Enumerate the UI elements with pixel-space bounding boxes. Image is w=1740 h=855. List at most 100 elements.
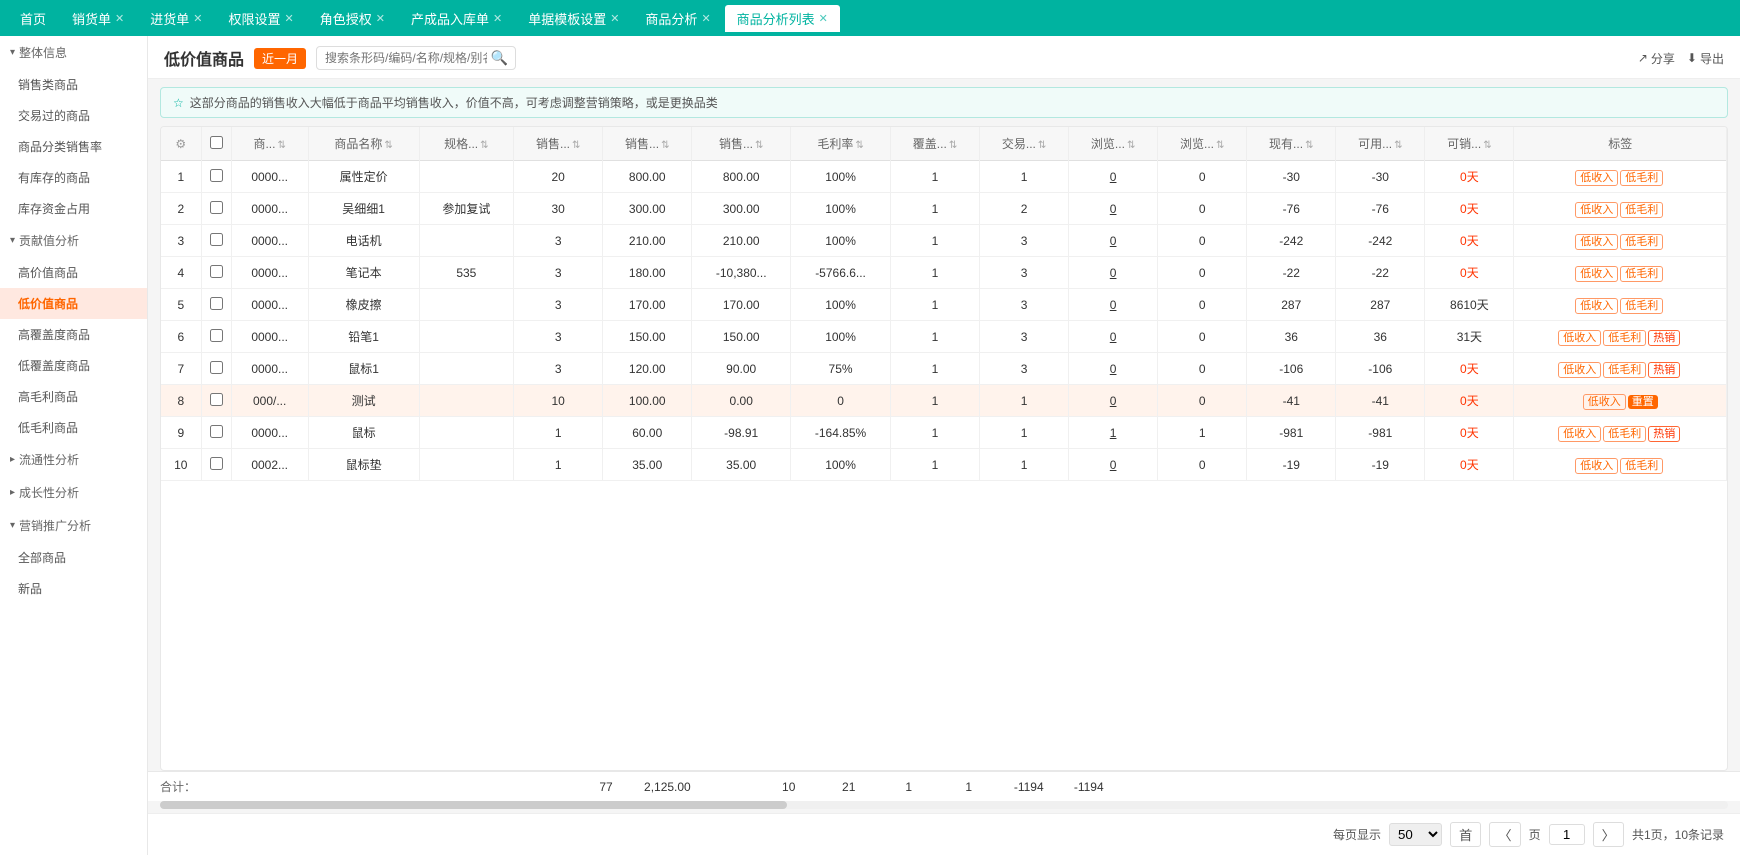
- row-checkbox[interactable]: [210, 233, 223, 246]
- row-spec: 535: [419, 257, 514, 289]
- browse1-link[interactable]: 0: [1110, 458, 1117, 472]
- sidebar-item-traded-goods[interactable]: 交易过的商品: [0, 100, 147, 131]
- browse1-link[interactable]: 1: [1110, 426, 1117, 440]
- top-navigation: 首页 销货单 ✕ 进货单 ✕ 权限设置 ✕ 角色授权 ✕ 产成品入库单 ✕ 单据…: [0, 0, 1740, 36]
- nav-goods-analysis[interactable]: 商品分析 ✕: [633, 5, 722, 32]
- th-browse1[interactable]: 浏览...⇅: [1069, 127, 1158, 161]
- row-stock2: -22: [1336, 257, 1425, 289]
- sidebar-item-stock-capital[interactable]: 库存资金占用: [0, 193, 147, 224]
- th-settings[interactable]: ⚙: [161, 127, 201, 161]
- next-page-button[interactable]: 〉: [1593, 822, 1624, 847]
- sidebar-item-high-coverage[interactable]: 高覆盖度商品: [0, 319, 147, 350]
- row-checkbox[interactable]: [210, 297, 223, 310]
- page-input[interactable]: [1549, 824, 1585, 845]
- th-sellable[interactable]: 可销...⇅: [1425, 127, 1514, 161]
- nav-home[interactable]: 首页: [8, 5, 58, 32]
- browse1-link[interactable]: 0: [1110, 170, 1117, 184]
- row-checkbox[interactable]: [210, 393, 223, 406]
- nav-template-settings-close[interactable]: ✕: [610, 12, 619, 25]
- per-page-select[interactable]: 50 100 200: [1389, 823, 1442, 846]
- sidebar-group-contribution[interactable]: ▾ 贡献值分析: [0, 224, 147, 257]
- nav-sales-order-close[interactable]: ✕: [115, 12, 124, 25]
- row-sales1: 3: [514, 257, 603, 289]
- sidebar-group-circulation[interactable]: ▸ 流通性分析: [0, 443, 147, 476]
- th-spec[interactable]: 规格...⇅: [419, 127, 514, 161]
- period-button[interactable]: 近一月: [254, 48, 306, 69]
- th-code[interactable]: 商...⇅: [231, 127, 308, 161]
- browse1-link[interactable]: 0: [1110, 202, 1117, 216]
- nav-role-auth-close[interactable]: ✕: [376, 12, 385, 25]
- totals-bar: 合计： 77 2,125.00 10 21 1 1 -1194 -1194: [148, 771, 1740, 801]
- browse1-link[interactable]: 0: [1110, 234, 1117, 248]
- nav-permissions-close[interactable]: ✕: [285, 12, 294, 25]
- scrollbar-thumb[interactable]: [160, 801, 787, 809]
- th-sales1[interactable]: 销售...⇅: [514, 127, 603, 161]
- nav-purchase-order-close[interactable]: ✕: [193, 12, 202, 25]
- row-checkbox[interactable]: [210, 329, 223, 342]
- nav-goods-analysis-list-close[interactable]: ✕: [819, 12, 828, 25]
- row-checkbox[interactable]: [210, 425, 223, 438]
- th-profit-rate[interactable]: 毛利率⇅: [791, 127, 891, 161]
- sidebar-item-low-value[interactable]: 低价值商品: [0, 288, 147, 319]
- sidebar-item-new-goods[interactable]: 新品: [0, 573, 147, 604]
- nav-goods-analysis-close[interactable]: ✕: [701, 12, 710, 25]
- sidebar-group-overall[interactable]: ▾ 整体信息: [0, 36, 147, 69]
- search-icon[interactable]: 🔍: [491, 50, 508, 67]
- row-profit-rate: -164.85%: [791, 417, 891, 449]
- th-browse2[interactable]: 浏览...⇅: [1158, 127, 1247, 161]
- sidebar-group-marketing[interactable]: ▾ 营销推广分析: [0, 509, 147, 542]
- th-coverage[interactable]: 覆盖...⇅: [890, 127, 979, 161]
- browse1-link[interactable]: 0: [1110, 330, 1117, 344]
- browse1-link[interactable]: 0: [1110, 266, 1117, 280]
- search-input[interactable]: [316, 46, 516, 70]
- row-checkbox[interactable]: [210, 169, 223, 182]
- row-checkbox[interactable]: [210, 361, 223, 374]
- row-code: 0000...: [231, 321, 308, 353]
- row-name: 鼠标垫: [308, 449, 419, 481]
- export-button[interactable]: ⬇ 导出: [1687, 50, 1724, 67]
- nav-product-inbound-close[interactable]: ✕: [493, 12, 502, 25]
- select-all-checkbox[interactable]: [210, 136, 223, 149]
- nav-purchase-order[interactable]: 进货单 ✕: [138, 5, 214, 32]
- row-stock1: -30: [1247, 161, 1336, 193]
- th-sales2[interactable]: 销售...⇅: [603, 127, 692, 161]
- nav-template-settings[interactable]: 单据模板设置 ✕: [516, 5, 631, 32]
- sidebar-item-high-profit[interactable]: 高毛利商品: [0, 381, 147, 412]
- th-tags[interactable]: 标签: [1514, 127, 1727, 161]
- sidebar-item-high-value[interactable]: 高价值商品: [0, 257, 147, 288]
- th-stock1[interactable]: 现有...⇅: [1247, 127, 1336, 161]
- settings-icon[interactable]: ⚙: [175, 137, 186, 151]
- nav-product-inbound[interactable]: 产成品入库单 ✕: [399, 5, 514, 32]
- nav-goods-analysis-list[interactable]: 商品分析列表 ✕: [725, 5, 840, 32]
- row-name: 电话机: [308, 225, 419, 257]
- th-stock2[interactable]: 可用...⇅: [1336, 127, 1425, 161]
- first-page-button[interactable]: 首: [1450, 822, 1481, 847]
- prev-page-button[interactable]: 〈: [1489, 822, 1520, 847]
- row-sales3: 35.00: [692, 449, 791, 481]
- horizontal-scrollbar[interactable]: [160, 801, 1728, 809]
- sidebar-item-low-profit[interactable]: 低毛利商品: [0, 412, 147, 443]
- share-button[interactable]: ↗ 分享: [1638, 50, 1675, 67]
- sidebar-group-growth[interactable]: ▸ 成长性分析: [0, 476, 147, 509]
- browse1-link[interactable]: 0: [1110, 394, 1117, 408]
- row-checkbox[interactable]: [210, 265, 223, 278]
- nav-permissions[interactable]: 权限设置 ✕: [216, 5, 305, 32]
- th-sales3[interactable]: 销售...⇅: [692, 127, 791, 161]
- nav-role-auth[interactable]: 角色授权 ✕: [308, 5, 397, 32]
- th-name[interactable]: 商品名称⇅: [308, 127, 419, 161]
- browse1-link[interactable]: 0: [1110, 362, 1117, 376]
- sidebar-item-stock-goods[interactable]: 有库存的商品: [0, 162, 147, 193]
- sidebar-item-sales-goods[interactable]: 销售类商品: [0, 69, 147, 100]
- nav-sales-order[interactable]: 销货单 ✕: [60, 5, 136, 32]
- row-code: 0002...: [231, 449, 308, 481]
- browse1-link[interactable]: 0: [1110, 298, 1117, 312]
- total-browse2: 1: [939, 780, 999, 794]
- row-checkbox[interactable]: [210, 457, 223, 470]
- row-browse1: 0: [1069, 257, 1158, 289]
- row-checkbox[interactable]: [210, 201, 223, 214]
- sidebar-item-category-sales-rate[interactable]: 商品分类销售率: [0, 131, 147, 162]
- row-trade: 1: [980, 385, 1069, 417]
- th-trade[interactable]: 交易...⇅: [980, 127, 1069, 161]
- sidebar-item-all-goods[interactable]: 全部商品: [0, 542, 147, 573]
- sidebar-item-low-coverage[interactable]: 低覆盖度商品: [0, 350, 147, 381]
